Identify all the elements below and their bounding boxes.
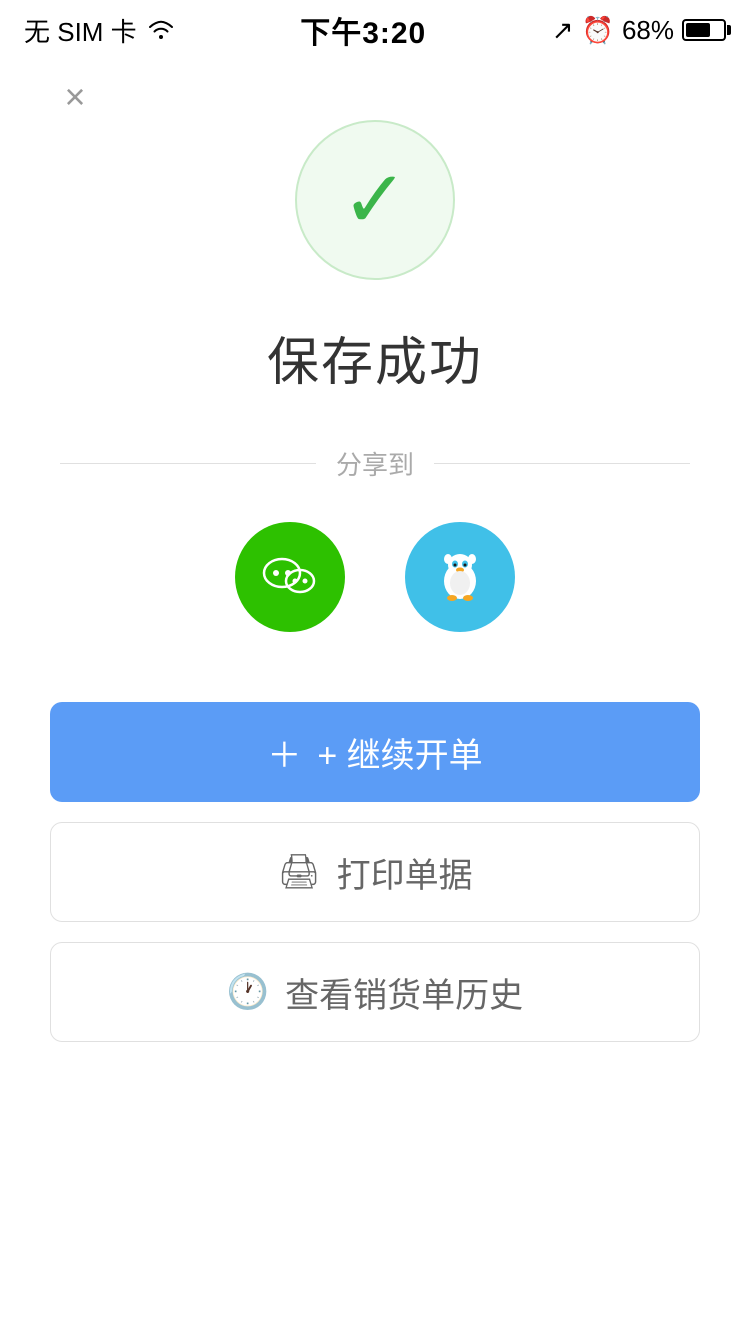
share-icons bbox=[235, 522, 515, 632]
location-icon: ↗ bbox=[552, 15, 574, 46]
status-right: ↗ ⏰ 68% bbox=[552, 15, 726, 46]
battery-percent: 68% bbox=[622, 15, 674, 46]
checkmark-icon: ✓ bbox=[341, 160, 408, 240]
qq-icon bbox=[428, 545, 492, 609]
action-buttons: ＋ + 继续开单 🖨 打印单据 🕐 查看销货单历史 bbox=[0, 702, 750, 1042]
main-content: ✓ 保存成功 分享到 bbox=[0, 60, 750, 1042]
wechat-icon bbox=[258, 545, 322, 609]
print-icon: 🖨 bbox=[277, 852, 320, 892]
qq-share-button[interactable] bbox=[405, 522, 515, 632]
carrier-text: 无 SIM 卡 bbox=[24, 12, 137, 49]
history-icon: 🕐 bbox=[227, 972, 269, 1012]
status-bar: 无 SIM 卡 下午3:20 ↗ ⏰ 68% bbox=[0, 0, 750, 60]
status-time: 下午3:20 bbox=[300, 8, 426, 52]
battery-icon bbox=[682, 19, 726, 41]
close-icon: × bbox=[64, 79, 85, 115]
share-divider: 分享到 bbox=[0, 445, 750, 482]
print-label: 打印单据 bbox=[337, 848, 473, 897]
status-left: 无 SIM 卡 bbox=[24, 12, 175, 49]
success-title: 保存成功 bbox=[267, 320, 483, 395]
continue-button[interactable]: ＋ + 继续开单 bbox=[50, 702, 700, 802]
divider-line-left bbox=[60, 463, 316, 464]
wechat-share-button[interactable] bbox=[235, 522, 345, 632]
continue-label: + 继续开单 bbox=[317, 728, 482, 777]
close-button[interactable]: × bbox=[50, 72, 100, 122]
share-label: 分享到 bbox=[316, 445, 434, 482]
alarm-icon: ⏰ bbox=[582, 15, 614, 46]
divider-line-right bbox=[434, 463, 690, 464]
history-button[interactable]: 🕐 查看销货单历史 bbox=[50, 942, 700, 1042]
success-circle: ✓ bbox=[295, 120, 455, 280]
print-button[interactable]: 🖨 打印单据 bbox=[50, 822, 700, 922]
plus-icon: ＋ bbox=[267, 728, 301, 777]
wifi-icon bbox=[147, 15, 175, 46]
history-label: 查看销货单历史 bbox=[285, 968, 523, 1017]
